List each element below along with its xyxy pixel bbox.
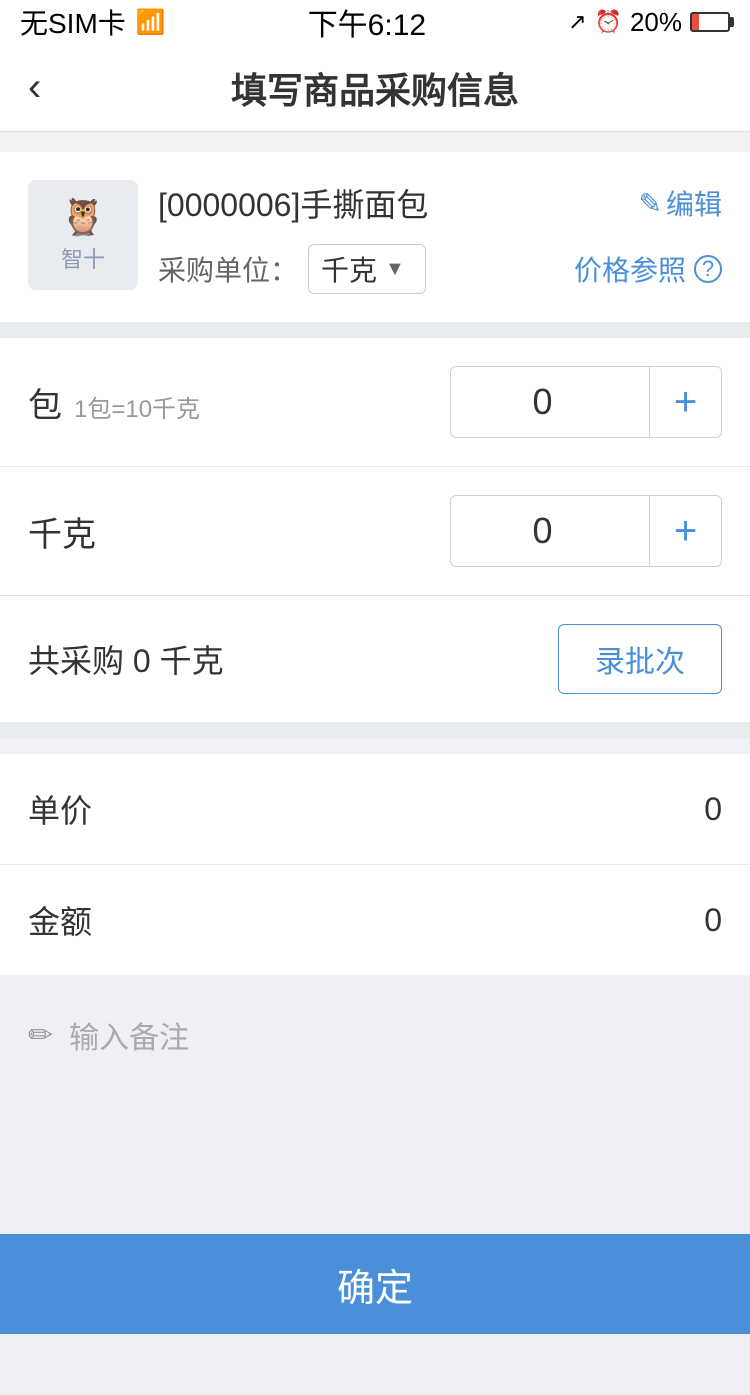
- amount-row: 金额 0: [0, 865, 750, 975]
- amount-value: 0: [704, 902, 722, 939]
- status-right: ↗ ⏰ 20%: [568, 7, 730, 38]
- edit-button[interactable]: ✎ 编辑: [639, 183, 722, 223]
- help-icon: ?: [694, 255, 722, 283]
- product-unit-row: 采购单位： 千克 ▼ 价格参照 ?: [158, 244, 722, 294]
- wifi-icon: 📶: [136, 8, 166, 37]
- product-image: 🦉 智十: [28, 180, 138, 290]
- price-ref-label: 价格参照: [574, 249, 686, 289]
- section-divider-2: [0, 722, 750, 738]
- kg-input-group: +: [450, 495, 722, 567]
- product-info: [0000006]手撕面包 ✎ 编辑 采购单位： 千克 ▼ 价格参照 ?: [158, 180, 722, 294]
- bao-label: 包 1包=10千克: [28, 378, 200, 427]
- unit-label: 采购单位： 千克 ▼: [158, 244, 426, 294]
- summary-total-text: 共采购 0 千克: [28, 636, 224, 682]
- bao-input-row: 包 1包=10千克 +: [0, 338, 750, 467]
- battery-percent: 20%: [630, 7, 682, 38]
- unit-select[interactable]: 千克 ▼: [308, 244, 426, 294]
- kg-label-text: 千克: [28, 507, 96, 556]
- edit-icon: ✎: [639, 187, 662, 220]
- carrier-text: 无SIM卡: [20, 2, 126, 42]
- nav-bar: ‹ 填写商品采购信息: [0, 44, 750, 132]
- status-left: 无SIM卡 📶: [20, 2, 166, 42]
- page-title: 填写商品采购信息: [231, 62, 519, 114]
- brand-text: 智十: [61, 242, 105, 274]
- product-card: 🦉 智十 [0000006]手撕面包 ✎ 编辑 采购单位： 千克 ▼ 价格参照 …: [0, 152, 750, 322]
- confirm-button[interactable]: 确定: [0, 1234, 750, 1334]
- bao-plus-button[interactable]: +: [650, 366, 722, 438]
- chevron-down-icon: ▼: [385, 258, 405, 281]
- back-button[interactable]: ‹: [28, 65, 41, 110]
- pencil-icon: ✏: [28, 1018, 53, 1053]
- unit-price-row: 单价 0: [0, 754, 750, 865]
- battery-icon: [690, 12, 730, 32]
- kg-plus-button[interactable]: +: [650, 495, 722, 567]
- product-header: [0000006]手撕面包 ✎ 编辑: [158, 180, 722, 226]
- bao-quantity-input[interactable]: [450, 366, 650, 438]
- bao-sublabel: 1包=10千克: [74, 389, 200, 424]
- kg-label: 千克: [28, 507, 96, 556]
- kg-quantity-input[interactable]: [450, 495, 650, 567]
- note-section[interactable]: ✏ 输入备注: [0, 975, 750, 1095]
- price-section: 单价 0 金额 0: [0, 754, 750, 975]
- section-divider-1: [0, 322, 750, 338]
- bao-input-group: +: [450, 366, 722, 438]
- price-ref-button[interactable]: 价格参照 ?: [574, 249, 722, 289]
- product-logo-icon: 🦉: [61, 196, 106, 238]
- product-name: [0000006]手撕面包: [158, 180, 428, 226]
- alarm-icon: ⏰: [595, 9, 622, 35]
- amount-label: 金额: [28, 897, 92, 943]
- input-section: 包 1包=10千克 + 千克 +: [0, 338, 750, 595]
- unit-price-label: 单价: [28, 786, 92, 832]
- status-time: 下午6:12: [308, 0, 426, 44]
- status-bar: 无SIM卡 📶 下午6:12 ↗ ⏰ 20%: [0, 0, 750, 44]
- unit-price-value: 0: [704, 791, 722, 828]
- kg-input-row: 千克 +: [0, 467, 750, 595]
- unit-label-text: 采购单位：: [158, 249, 298, 289]
- unit-value: 千克: [321, 249, 377, 289]
- bao-label-text: 包: [28, 378, 62, 427]
- note-placeholder-text: 输入备注: [69, 1013, 189, 1057]
- edit-label: 编辑: [666, 183, 722, 223]
- location-icon: ↗: [568, 9, 586, 35]
- record-batch-button[interactable]: 录批次: [558, 624, 722, 694]
- summary-row: 共采购 0 千克 录批次: [0, 595, 750, 722]
